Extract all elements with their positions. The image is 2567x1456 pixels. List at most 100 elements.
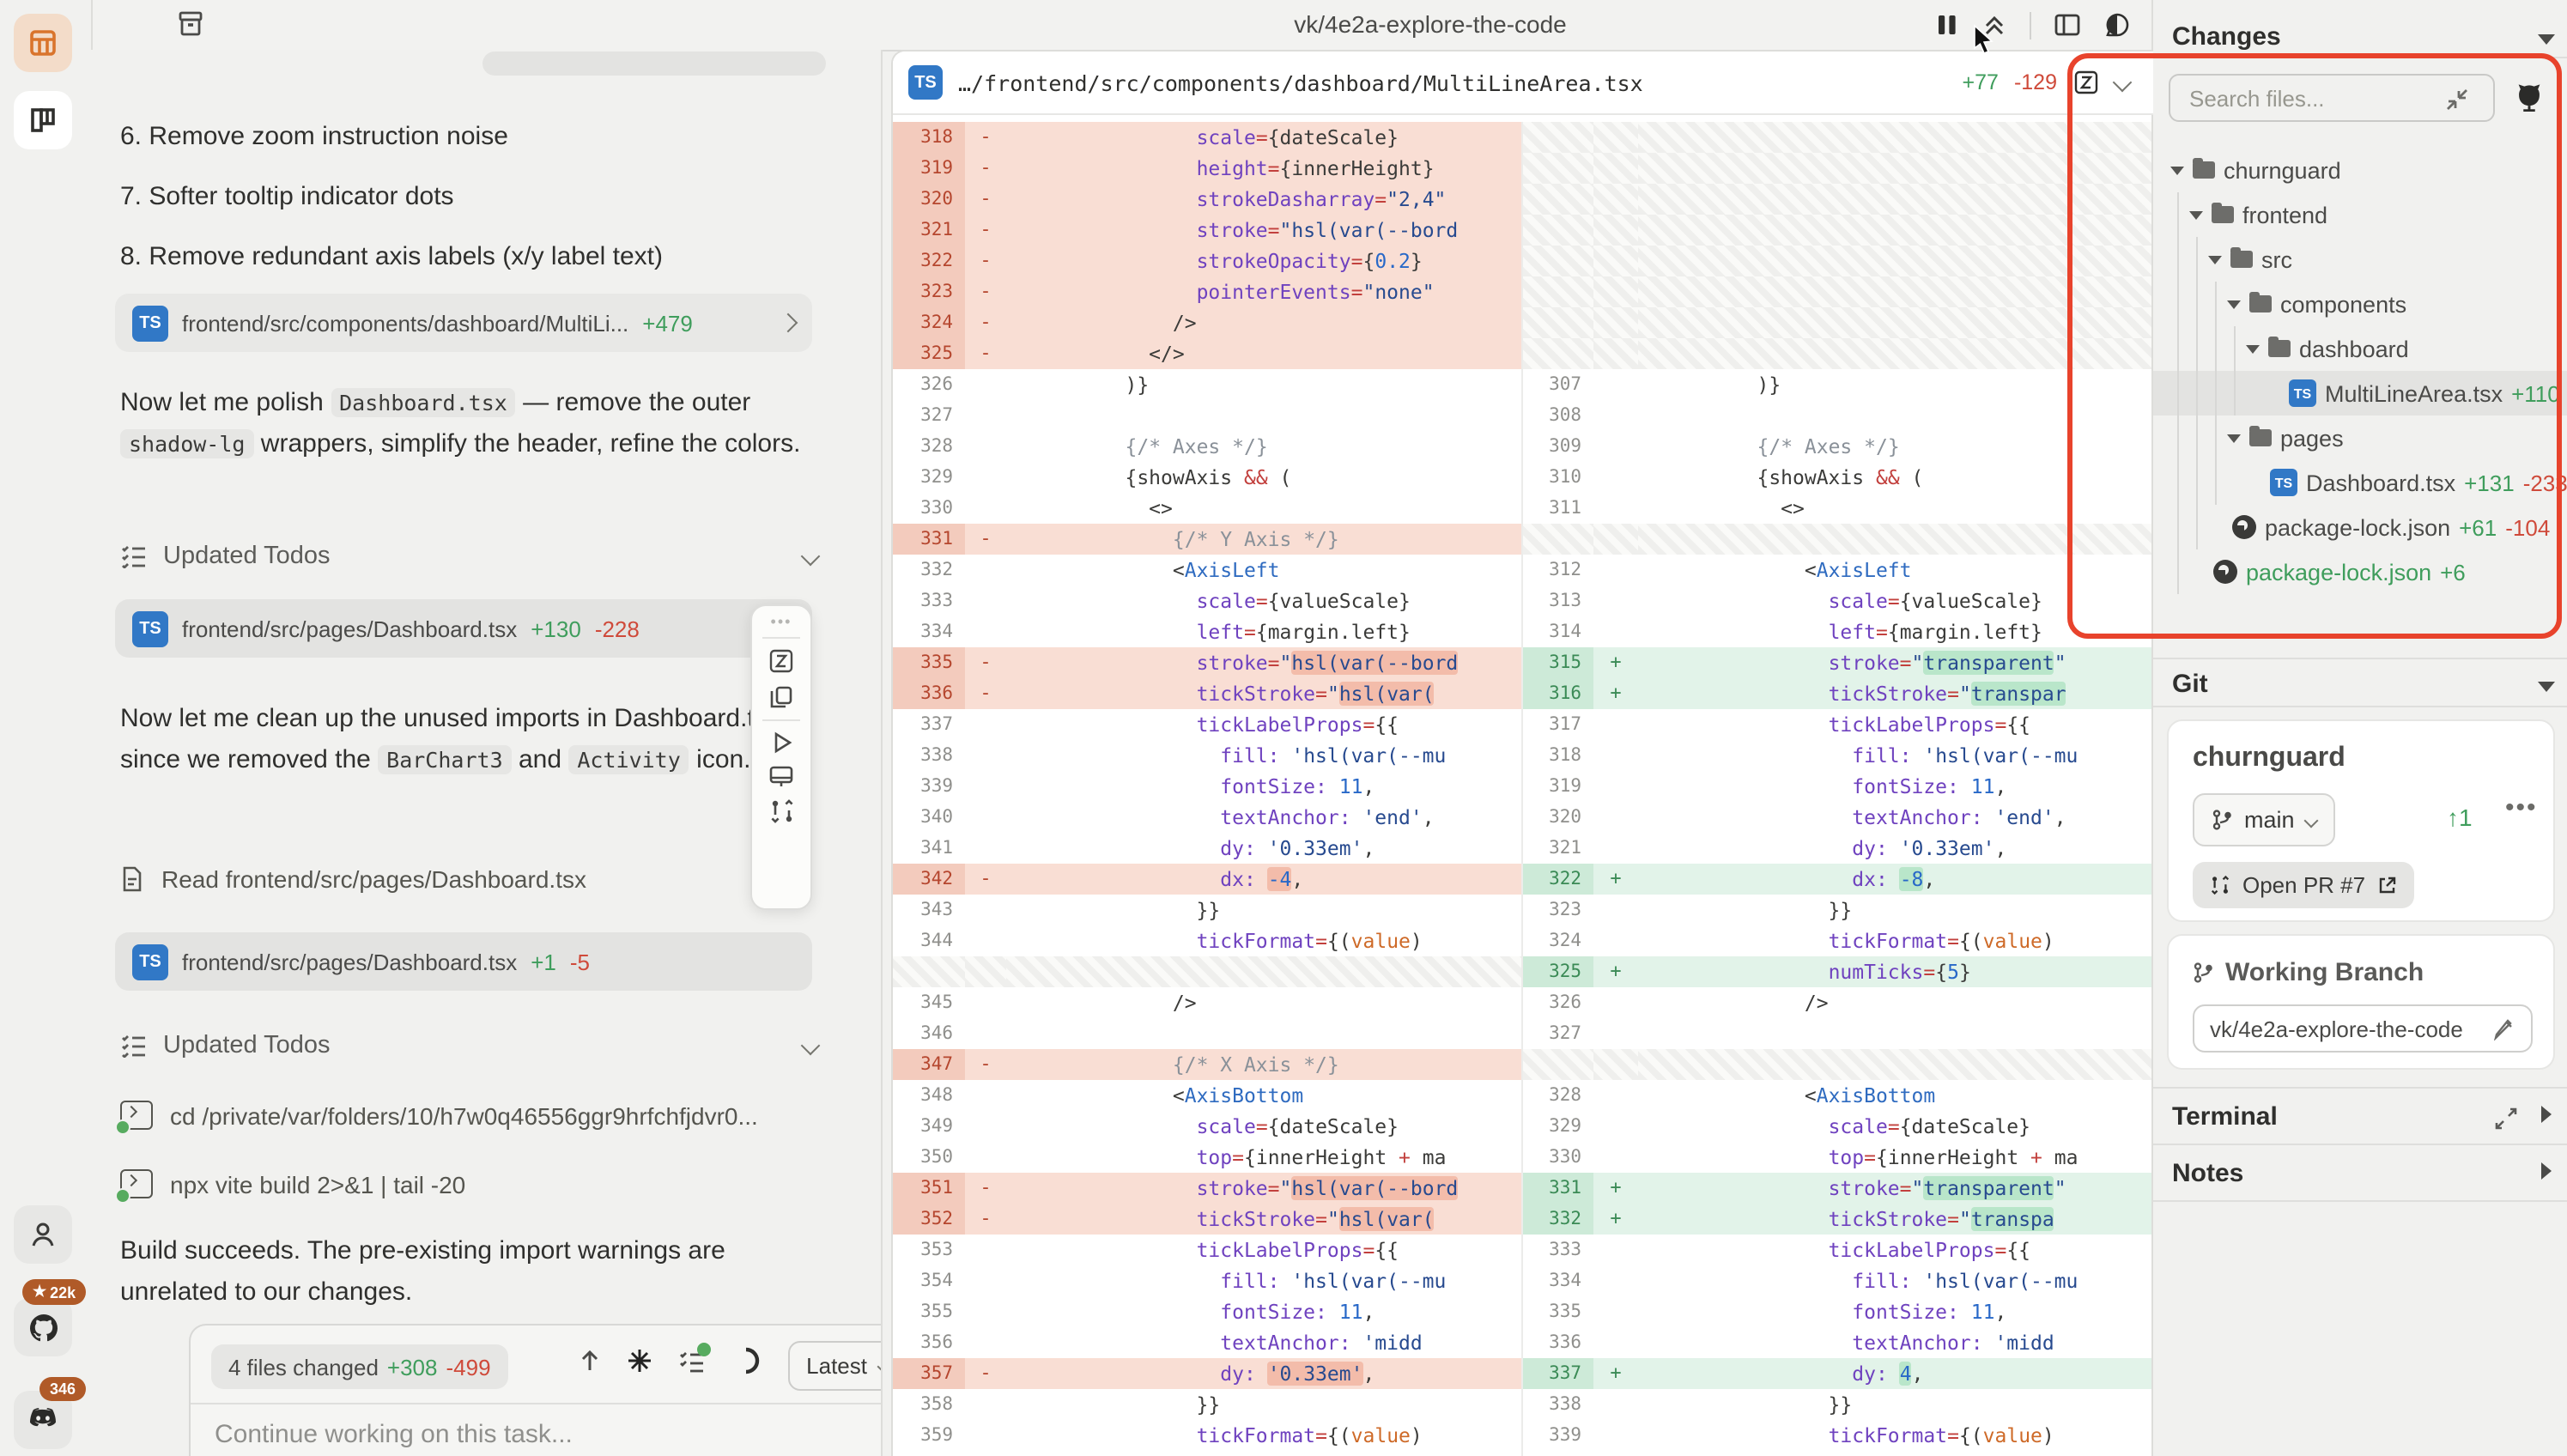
monitor-small-icon[interactable] <box>768 764 795 790</box>
diff-row[interactable]: 327308 <box>893 400 2153 431</box>
diff-row[interactable]: 349 scale={dateScale}329 scale={dateScal… <box>893 1111 2153 1142</box>
expand-icon[interactable] <box>2495 1107 2517 1130</box>
latest-dropdown[interactable]: Latest <box>787 1341 883 1391</box>
chevron-right-icon[interactable] <box>779 313 798 333</box>
pause-icon[interactable] <box>1935 12 1959 38</box>
read-file-row[interactable]: Read frontend/src/pages/Dashboard.tsx <box>120 865 841 893</box>
diff-body[interactable]: 318- scale={dateScale}319- height={inner… <box>893 122 2153 1456</box>
triangle-down-icon[interactable] <box>2246 344 2260 353</box>
terminal-command-row[interactable]: npx vite build 2>&1 | tail -20 <box>120 1169 841 1198</box>
more-menu-icon[interactable]: ••• <box>2505 793 2538 822</box>
diff-doc-icon[interactable] <box>768 647 795 675</box>
diff-row[interactable]: 355 fontSize: 11,335 fontSize: 11, <box>893 1296 2153 1327</box>
diff-row[interactable]: 336- tickStroke="hsl(var(316+ tickStroke… <box>893 678 2153 709</box>
diff-row[interactable]: 319- height={innerHeight} <box>893 153 2153 184</box>
diff-row[interactable]: 325+ numTicks={5} <box>893 956 2153 987</box>
diff-row[interactable]: 322- strokeOpacity={0.2} <box>893 246 2153 276</box>
diff-row[interactable]: 343 }}323 }} <box>893 895 2153 925</box>
collapse-tree-icon[interactable] <box>2445 88 2469 112</box>
working-branch-input[interactable]: vk/4e2a-explore-the-code <box>2193 1004 2533 1053</box>
arrow-up-icon[interactable] <box>579 1348 601 1374</box>
diff-row[interactable]: 359 tickFormat={(value)339 tickFormat={(… <box>893 1420 2153 1451</box>
terminal-command-row[interactable]: cd /private/var/folders/10/h7w0q46556ggr… <box>120 1101 841 1130</box>
play-icon[interactable] <box>768 730 794 755</box>
diff-row[interactable]: 338 fill: 'hsl(var(--mu318 fill: 'hsl(va… <box>893 740 2153 771</box>
diff-row[interactable]: 332 <AxisLeft312 <AxisLeft <box>893 555 2153 585</box>
git-section-header[interactable]: Git <box>2172 670 2208 699</box>
drag-handle-icon[interactable]: ••• <box>771 615 792 628</box>
edit-pencil-icon[interactable] <box>2493 1017 2515 1040</box>
diff-row[interactable]: 331- {/* Y Axis */} <box>893 524 2153 555</box>
triangle-down-icon[interactable] <box>2170 166 2184 174</box>
diff-row[interactable]: 344 tickFormat={(value)324 tickFormat={(… <box>893 925 2153 956</box>
diff-row[interactable]: 356 textAnchor: 'midd336 textAnchor: 'mi… <box>893 1327 2153 1358</box>
chevron-down-icon[interactable] <box>2113 73 2133 93</box>
diff-row[interactable]: 335- stroke="hsl(var(--bord315+ stroke="… <box>893 647 2153 678</box>
updated-todos-row[interactable]: Updated Todos <box>120 1032 841 1059</box>
triangle-down-icon[interactable] <box>2538 34 2555 45</box>
panel-left-icon[interactable] <box>2054 12 2081 38</box>
account-button[interactable] <box>14 1205 72 1264</box>
github-link[interactable] <box>14 1298 72 1356</box>
git-compare-small-icon[interactable] <box>768 798 794 824</box>
branch-dropdown[interactable]: main <box>2193 793 2336 846</box>
diff-row[interactable]: 348 <AxisBottom328 <AxisBottom <box>893 1080 2153 1111</box>
diff-row[interactable]: 351- stroke="hsl(var(--bord331+ stroke="… <box>893 1173 2153 1204</box>
diff-row[interactable]: 324- /> <box>893 307 2153 338</box>
open-pr-button[interactable]: Open PR #7 <box>2193 862 2413 908</box>
diff-row[interactable]: 346327 <box>893 1018 2153 1049</box>
file-chip[interactable]: TS frontend/src/components/dashboard/Mul… <box>115 294 812 352</box>
terminal-section-header[interactable]: Terminal <box>2172 1102 2278 1131</box>
diff-row[interactable]: 318- scale={dateScale} <box>893 122 2153 153</box>
tree-file-package-lock.json[interactable]: package-lock.json+61-104 <box>2153 505 2567 549</box>
triangle-down-icon[interactable] <box>2208 255 2222 264</box>
diff-row[interactable]: 357- dy: '0.33em',337+ dy: 4, <box>893 1358 2153 1389</box>
board-tab[interactable] <box>14 91 72 149</box>
diff-view-icon[interactable] <box>2072 69 2100 96</box>
triangle-down-icon[interactable] <box>2227 300 2241 308</box>
file-chip[interactable]: TS frontend/src/pages/Dashboard.tsx +1 -… <box>115 932 812 991</box>
triangle-down-icon[interactable] <box>2538 682 2555 692</box>
diff-row[interactable]: 321- stroke="hsl(var(--bord <box>893 215 2153 246</box>
diff-row[interactable]: 329 {showAxis && (310 {showAxis && ( <box>893 462 2153 493</box>
diff-row[interactable]: 320- strokeDasharray="2,4" <box>893 184 2153 215</box>
notes-section-header[interactable]: Notes <box>2172 1159 2243 1188</box>
diff-row[interactable]: 337 tickLabelProps={{317 tickLabelProps=… <box>893 709 2153 740</box>
tree-folder-frontend[interactable]: frontend <box>2153 192 2567 237</box>
diff-row[interactable]: 333 scale={valueScale}313 scale={valueSc… <box>893 585 2153 616</box>
triangle-down-icon[interactable] <box>2189 210 2203 219</box>
diff-row[interactable]: 354 fill: 'hsl(var(--mu334 fill: 'hsl(va… <box>893 1265 2153 1296</box>
diff-row[interactable]: 323- pointerEvents="none" <box>893 276 2153 307</box>
diff-row[interactable]: 334 left={margin.left}314 left={margin.l… <box>893 616 2153 647</box>
workspace-tab-active[interactable] <box>14 14 72 72</box>
triangle-right-icon[interactable] <box>2541 1106 2552 1123</box>
diff-row[interactable]: 326 )}307 )} <box>893 369 2153 400</box>
updated-todos-row[interactable]: Updated Todos <box>120 543 841 570</box>
archive-icon[interactable] <box>175 9 206 39</box>
tree-folder-churnguard[interactable]: churnguard <box>2153 148 2567 192</box>
diff-row[interactable]: 353 tickLabelProps={{333 tickLabelProps=… <box>893 1235 2153 1265</box>
diff-row[interactable]: 358 }}338 }} <box>893 1389 2153 1420</box>
spark-icon[interactable] <box>627 1348 652 1374</box>
diff-row[interactable]: 350 top={innerHeight + ma330 top={innerH… <box>893 1142 2153 1173</box>
diff-row[interactable]: 342- dx: -4,322+ dx: -8, <box>893 864 2153 895</box>
tree-folder-src[interactable]: src <box>2153 237 2567 282</box>
file-chip[interactable]: TS frontend/src/pages/Dashboard.tsx +130… <box>115 599 812 658</box>
diff-row[interactable]: 360 numTicks={6}340 numTicks={6} <box>893 1451 2153 1456</box>
diff-row[interactable]: 340 textAnchor: 'end',320 textAnchor: 'e… <box>893 802 2153 833</box>
chat-bubble-icon[interactable] <box>2103 12 2131 38</box>
file-search[interactable] <box>2169 74 2495 122</box>
triangle-down-icon[interactable] <box>2227 434 2241 442</box>
files-changed-chip[interactable]: 4 files changed +308 -499 <box>211 1344 508 1389</box>
chevron-down-icon[interactable] <box>801 547 821 567</box>
changes-section-header[interactable]: Changes <box>2172 22 2281 52</box>
message-input[interactable]: Continue working on this task... <box>215 1420 573 1449</box>
diff-row[interactable]: 328 {/* Axes */}309 {/* Axes */} <box>893 431 2153 462</box>
diff-row[interactable]: 341 dy: '0.33em',321 dy: '0.33em', <box>893 833 2153 864</box>
search-input[interactable] <box>2186 84 2433 113</box>
diff-row[interactable]: 339 fontSize: 11,319 fontSize: 11, <box>893 771 2153 802</box>
diff-row[interactable]: 325- </> <box>893 338 2153 369</box>
diff-row[interactable]: 352- tickStroke="hsl(var(332+ tickStroke… <box>893 1204 2153 1235</box>
diff-row[interactable]: 347- {/* X Axis */} <box>893 1049 2153 1080</box>
copy-icon[interactable] <box>768 683 795 711</box>
